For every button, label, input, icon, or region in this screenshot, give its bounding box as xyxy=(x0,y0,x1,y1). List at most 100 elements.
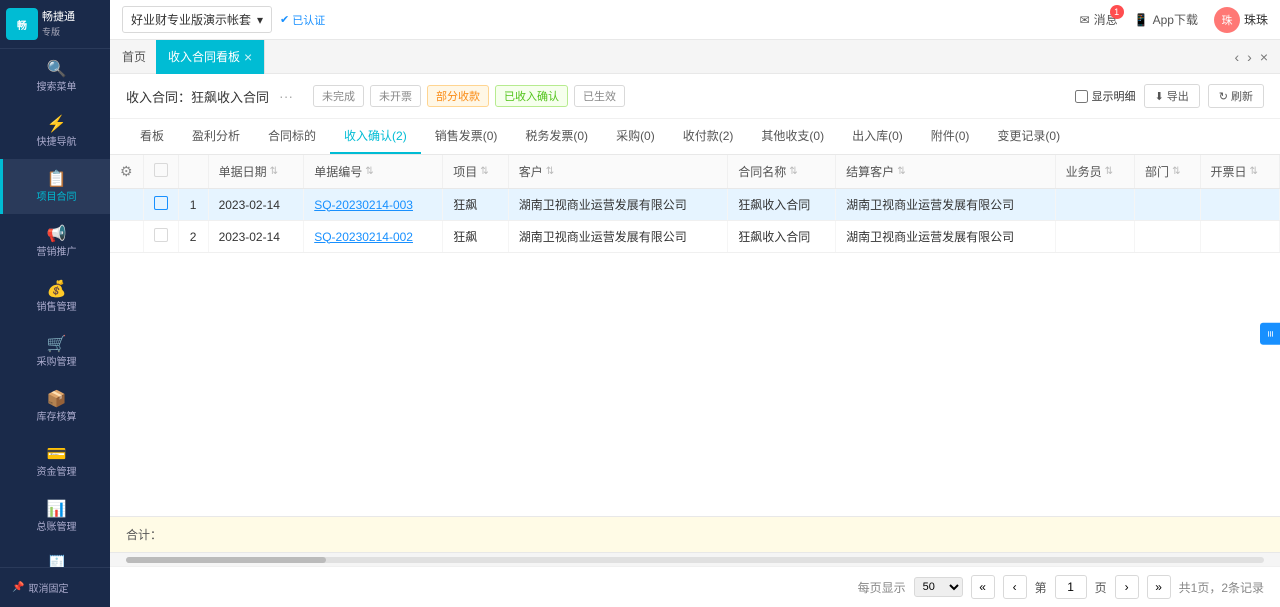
sidebar-item-sales[interactable]: 💰 销售管理 xyxy=(0,269,110,324)
page-label: 第 xyxy=(1035,579,1047,596)
select-all-checkbox[interactable] xyxy=(154,163,168,177)
page-size-select[interactable]: 50 20 100 xyxy=(914,577,963,597)
row1-department xyxy=(1135,189,1200,221)
user-menu[interactable]: 珠 珠珠 xyxy=(1214,7,1268,33)
page-input[interactable] xyxy=(1055,575,1087,599)
row1-checkbox-cell xyxy=(143,189,178,221)
sidebar-item-quick-nav[interactable]: ⚡ 快捷导航 xyxy=(0,104,110,159)
sidebar-item-general[interactable]: 📊 总账管理 xyxy=(0,489,110,544)
department-column-header[interactable]: 部门⇅ xyxy=(1135,155,1200,189)
row1-num: 1 xyxy=(178,189,208,221)
first-page-button[interactable]: « xyxy=(971,575,995,599)
docno-column-header[interactable]: 单据编号⇅ xyxy=(304,155,443,189)
sub-tab-purchase[interactable]: 采购(0) xyxy=(602,119,669,154)
sum-row: 合计： xyxy=(110,516,1280,552)
logo-icon: 畅 xyxy=(6,8,38,40)
sub-tab-changes[interactable]: 变更记录(0) xyxy=(983,119,1074,154)
active-tab[interactable]: 收入合同看板 × xyxy=(156,40,265,74)
sidebar: 畅 畅捷通 专版 🔍 搜索菜单 ⚡ 快捷导航 📋 项目合同 📢 营销推广 💰 销… xyxy=(0,0,110,607)
date-column-header[interactable]: 单据日期⇅ xyxy=(208,155,304,189)
contract-more-button[interactable]: ··· xyxy=(279,88,293,104)
next-page-button[interactable]: › xyxy=(1115,575,1139,599)
sidebar-item-capital[interactable]: 💳 资金管理 xyxy=(0,434,110,489)
export-button[interactable]: ⬇ 导出 xyxy=(1144,84,1200,108)
row2-num: 2 xyxy=(178,221,208,253)
row1-customer: 湖南卫视商业运营发展有限公司 xyxy=(508,189,727,221)
tab-close-all-button[interactable]: × xyxy=(1260,49,1268,65)
table-row[interactable]: 2 2023-02-14 SQ-20230214-002 狂飙 湖南卫视商业运营… xyxy=(110,221,1280,253)
marketing-icon: 📢 xyxy=(47,224,67,244)
sidebar-item-project-contract[interactable]: 📋 项目合同 xyxy=(0,159,110,214)
column-settings-icon[interactable]: ⚙ xyxy=(120,163,133,179)
status-incomplete[interactable]: 未完成 xyxy=(313,85,364,107)
refresh-button[interactable]: ↻ 刷新 xyxy=(1208,84,1264,108)
result-customer-column-header[interactable]: 结算客户⇅ xyxy=(836,155,1055,189)
row2-settings-cell xyxy=(110,221,143,253)
date-sort-icon: ⇅ xyxy=(270,166,278,177)
row2-open-date xyxy=(1200,221,1279,253)
tab-prev-button[interactable]: ‹ xyxy=(1234,49,1239,65)
row2-checkbox[interactable] xyxy=(154,228,168,242)
float-right-button[interactable]: ≡ xyxy=(1260,323,1280,345)
contract-title: 收入合同：狂飙收入合同 xyxy=(126,87,269,106)
sub-tab-contract-std[interactable]: 合同标的 xyxy=(254,119,330,154)
inventory-icon: 📦 xyxy=(47,389,67,409)
salesperson-column-header[interactable]: 业务员⇅ xyxy=(1055,155,1134,189)
tab-close-button[interactable]: × xyxy=(244,49,252,65)
status-tags: 未完成 未开票 部分收款 已收入确认 已生效 xyxy=(313,85,625,107)
project-contract-icon: 📋 xyxy=(47,169,67,189)
app-download-button[interactable]: 📱 App下载 xyxy=(1134,11,1198,28)
row1-checkbox[interactable] xyxy=(154,196,168,210)
sub-tab-kanban[interactable]: 看板 xyxy=(126,119,178,154)
show-detail-checkbox[interactable]: 显示明细 xyxy=(1075,84,1136,108)
sub-tab-inventory[interactable]: 出入库(0) xyxy=(838,119,917,154)
pin-button[interactable]: 📌 取消固定 xyxy=(8,576,102,599)
message-button[interactable]: ✉ 1 消息 xyxy=(1080,11,1118,28)
status-partial[interactable]: 部分收款 xyxy=(427,85,489,107)
sidebar-item-inventory[interactable]: 📦 库存核算 xyxy=(0,379,110,434)
row2-contract-name: 狂飙收入合同 xyxy=(728,221,836,253)
sub-tab-revenue-confirm[interactable]: 收入确认(2) xyxy=(330,119,421,154)
table-row[interactable]: 1 2023-02-14 SQ-20230214-003 狂飙 湖南卫视商业运营… xyxy=(110,189,1280,221)
project-column-header[interactable]: 项目⇅ xyxy=(443,155,508,189)
company-dropdown-icon: ▾ xyxy=(257,13,263,27)
sidebar-item-invoice[interactable]: 🧾 发票管理 xyxy=(0,544,110,567)
contract-name-sort-icon: ⇅ xyxy=(789,166,797,177)
sub-tab-attachments[interactable]: 附件(0) xyxy=(917,119,984,154)
scrollbar-thumb[interactable] xyxy=(126,557,326,563)
pagination: 每页显示 50 20 100 « ‹ 第 页 › » 共1页，2条记录 xyxy=(110,566,1280,607)
tab-next-button[interactable]: › xyxy=(1247,49,1252,65)
row1-project: 狂飙 xyxy=(443,189,508,221)
company-selector[interactable]: 好业财专业版演示帐套 ▾ xyxy=(122,6,272,33)
sub-tab-profit[interactable]: 盈利分析 xyxy=(178,119,254,154)
sidebar-item-purchase[interactable]: 🛒 采购管理 xyxy=(0,324,110,379)
sub-tab-other-income[interactable]: 其他收支(0) xyxy=(747,119,838,154)
topbar-left: 好业财专业版演示帐套 ▾ ✔ 已认证 xyxy=(122,6,325,33)
sub-tab-tax-invoice[interactable]: 税务发票(0) xyxy=(511,119,602,154)
tabbar: 首页 收入合同看板 × ‹ › × xyxy=(110,40,1280,74)
open-date-column-header[interactable]: 开票日⇅ xyxy=(1200,155,1279,189)
search-icon: 🔍 xyxy=(47,59,67,79)
customer-column-header[interactable]: 客户⇅ xyxy=(508,155,727,189)
sub-tab-payment[interactable]: 收付款(2) xyxy=(669,119,748,154)
status-confirmed[interactable]: 已收入确认 xyxy=(495,85,568,107)
status-unpaid[interactable]: 未开票 xyxy=(370,85,421,107)
row1-docno-link[interactable]: SQ-20230214-003 xyxy=(314,198,413,212)
sidebar-nav: 🔍 搜索菜单 ⚡ 快捷导航 📋 项目合同 📢 营销推广 💰 销售管理 🛒 采购管… xyxy=(0,49,110,567)
prev-page-button[interactable]: ‹ xyxy=(1003,575,1027,599)
contract-name-column-header[interactable]: 合同名称⇅ xyxy=(728,155,836,189)
row2-docno-link[interactable]: SQ-20230214-002 xyxy=(314,230,413,244)
last-page-button[interactable]: » xyxy=(1147,575,1171,599)
quick-nav-icon: ⚡ xyxy=(47,114,67,134)
detail-checkbox-input[interactable] xyxy=(1075,90,1088,103)
sub-tab-sales-invoice[interactable]: 销售发票(0) xyxy=(421,119,512,154)
row2-project: 狂飙 xyxy=(443,221,508,253)
sidebar-item-marketing[interactable]: 📢 营销推广 xyxy=(0,214,110,269)
home-tab[interactable]: 首页 xyxy=(122,48,156,65)
row2-date: 2023-02-14 xyxy=(208,221,304,253)
table-wrapper: ⚙ 单据日期⇅ 单据编号⇅ 项目⇅ xyxy=(110,155,1280,516)
row2-department xyxy=(1135,221,1200,253)
status-effective[interactable]: 已生效 xyxy=(574,85,625,107)
sales-icon: 💰 xyxy=(47,279,67,299)
sidebar-item-search[interactable]: 🔍 搜索菜单 xyxy=(0,49,110,104)
